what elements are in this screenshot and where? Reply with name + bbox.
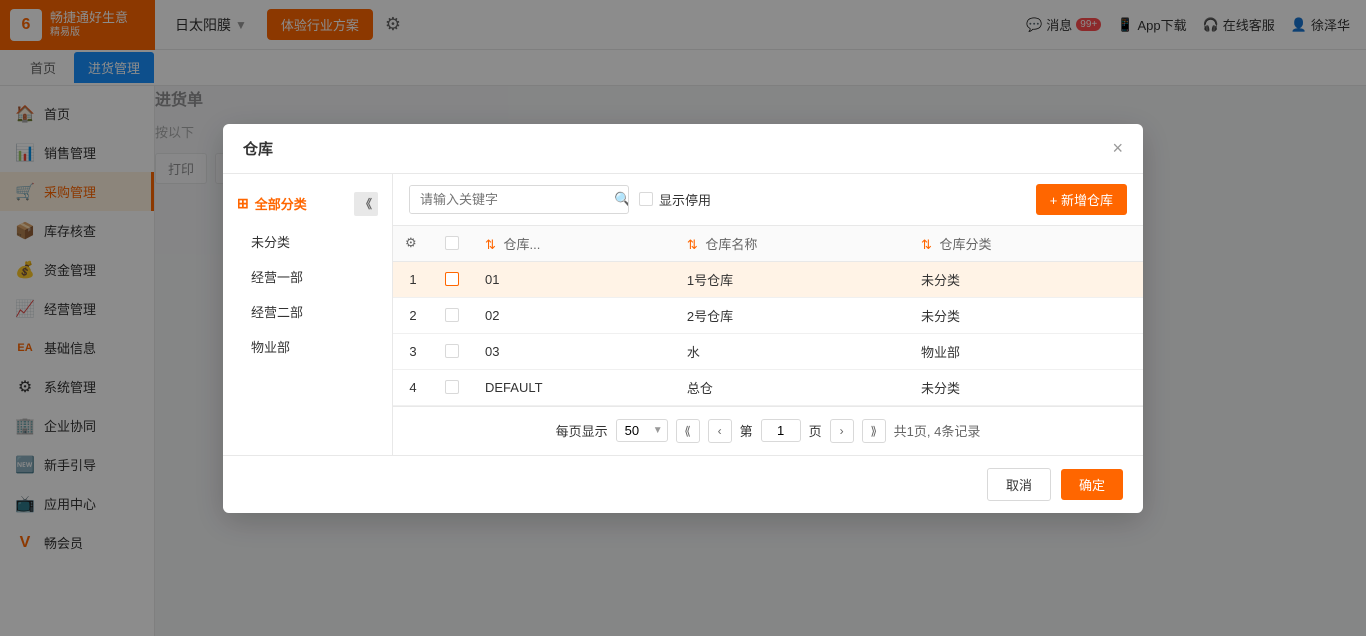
row-checkbox[interactable] — [433, 297, 473, 333]
page-size-select[interactable]: 50 100 — [616, 419, 668, 442]
row-num: 2 — [393, 297, 433, 333]
grid-icon: ⊞ — [237, 195, 249, 212]
row-checkbox[interactable] — [433, 333, 473, 369]
sort-icon-name: ⇅ — [687, 237, 698, 252]
row-checkbox[interactable] — [433, 261, 473, 297]
row-name: 水 — [675, 333, 909, 369]
th-code: ⇅ 仓库... — [473, 226, 675, 262]
row-code: 02 — [473, 297, 675, 333]
row-name: 2号仓库 — [675, 297, 909, 333]
table-row[interactable]: 2 02 2号仓库 未分类 — [393, 297, 1143, 333]
row-code: 03 — [473, 333, 675, 369]
table-panel: 🔍 显示停用 + 新增仓库 ⚙ — [393, 174, 1143, 455]
prev-page-button[interactable]: ‹ — [708, 419, 732, 443]
th-name: ⇅ 仓库名称 — [675, 226, 909, 262]
category-item-dept1[interactable]: 经营一部 — [223, 259, 392, 294]
th-gear: ⚙ — [393, 226, 433, 262]
first-page-button[interactable]: ⟪ — [676, 419, 700, 443]
warehouse-table: ⚙ ⇅ 仓库... ⇅ 仓库名称 — [393, 226, 1143, 406]
row-code: 01 — [473, 261, 675, 297]
table-header: ⚙ ⇅ 仓库... ⇅ 仓库名称 — [393, 226, 1143, 262]
last-page-button[interactable]: ⟫ — [862, 419, 886, 443]
category-all[interactable]: ⊞ 全部分类 《 — [223, 184, 392, 224]
row-name: 总仓 — [675, 369, 909, 405]
search-icon[interactable]: 🔍 — [606, 191, 629, 208]
confirm-button[interactable]: 确定 — [1061, 469, 1123, 500]
modal-overlay: 仓库 × ⊞ 全部分类 《 未分类 经营一部 经营二部 物业部 — [0, 0, 1366, 636]
table-container: ⚙ ⇅ 仓库... ⇅ 仓库名称 — [393, 226, 1143, 406]
pagination: 每页显示 50 100 ▼ ⟪ ‹ 第 页 › ⟫ 共1页, — [393, 406, 1143, 455]
modal-header: 仓库 × — [223, 124, 1143, 174]
next-page-button[interactable]: › — [830, 419, 854, 443]
sort-icon-cat: ⇅ — [921, 237, 932, 252]
page-number-input[interactable] — [761, 419, 801, 442]
th-checkbox — [433, 226, 473, 262]
table-row[interactable]: 1 01 1号仓库 未分类 — [393, 261, 1143, 297]
disabled-checkbox[interactable] — [639, 192, 653, 206]
add-warehouse-button[interactable]: + 新增仓库 — [1036, 184, 1127, 215]
modal-body: ⊞ 全部分类 《 未分类 经营一部 经营二部 物业部 🔍 — [223, 174, 1143, 455]
row-category: 未分类 — [909, 297, 1143, 333]
search-box: 🔍 — [409, 185, 629, 214]
warehouse-modal: 仓库 × ⊞ 全部分类 《 未分类 经营一部 经营二部 物业部 — [223, 124, 1143, 513]
category-item-dept2[interactable]: 经营二部 — [223, 294, 392, 329]
category-item-uncategorized[interactable]: 未分类 — [223, 224, 392, 259]
modal-footer: 取消 确定 — [223, 455, 1143, 513]
table-row[interactable]: 4 DEFAULT 总仓 未分类 — [393, 369, 1143, 405]
category-panel: ⊞ 全部分类 《 未分类 经营一部 经营二部 物业部 — [223, 174, 393, 455]
category-item-property[interactable]: 物业部 — [223, 329, 392, 364]
search-input[interactable] — [410, 186, 606, 213]
page-size-wrapper: 50 100 ▼ — [616, 419, 668, 442]
row-num: 1 — [393, 261, 433, 297]
table-row[interactable]: 3 03 水 物业部 — [393, 333, 1143, 369]
cancel-button[interactable]: 取消 — [987, 468, 1051, 501]
header-row: ⚙ ⇅ 仓库... ⇅ 仓库名称 — [393, 226, 1143, 262]
sort-icon: ⇅ — [485, 237, 496, 252]
row-name: 1号仓库 — [675, 261, 909, 297]
row-category: 未分类 — [909, 261, 1143, 297]
row-checkbox[interactable] — [433, 369, 473, 405]
modal-title: 仓库 — [243, 138, 273, 159]
row-code: DEFAULT — [473, 369, 675, 405]
th-category: ⇅ 仓库分类 — [909, 226, 1143, 262]
table-body: 1 01 1号仓库 未分类 2 — [393, 261, 1143, 405]
row-num: 3 — [393, 333, 433, 369]
show-disabled-checkbox[interactable]: 显示停用 — [639, 190, 711, 209]
row-category: 未分类 — [909, 369, 1143, 405]
modal-close-button[interactable]: × — [1112, 138, 1123, 159]
row-category: 物业部 — [909, 333, 1143, 369]
table-toolbar: 🔍 显示停用 + 新增仓库 — [393, 174, 1143, 226]
select-all-checkbox[interactable] — [445, 236, 459, 250]
collapse-button[interactable]: 《 — [354, 192, 378, 216]
row-num: 4 — [393, 369, 433, 405]
